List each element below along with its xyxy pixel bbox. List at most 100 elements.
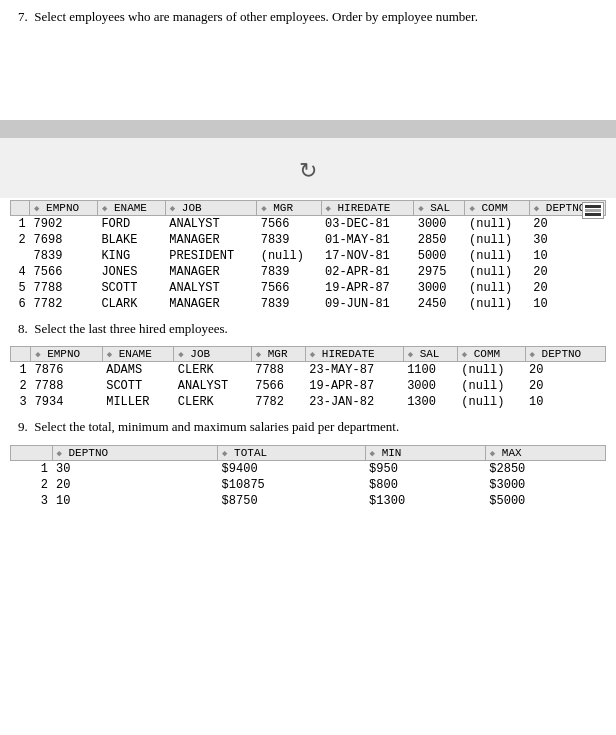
table-cell: 7839: [257, 296, 321, 312]
table-cell: 30: [52, 460, 218, 477]
q9-text: Select the total, minimum and maximum sa…: [34, 419, 399, 434]
table-cell: 17-NOV-81: [321, 248, 414, 264]
table-cell: MANAGER: [165, 296, 256, 312]
scroll-line-1: [585, 205, 601, 208]
table9-col-max[interactable]: ◆ MAX: [485, 445, 605, 460]
table-cell: 7788: [31, 378, 103, 394]
row-number: 1: [11, 460, 53, 477]
table7-col-mgr[interactable]: ◆ MGR: [257, 201, 321, 216]
refresh-icon-7[interactable]: ↻: [299, 158, 317, 184]
table8-col-deptno[interactable]: ◆ DEPTNO: [525, 347, 605, 362]
table-row: 47566JONESMANAGER783902-APR-812975(null)…: [11, 264, 606, 280]
table-cell: (null): [465, 248, 529, 264]
table-cell: 7566: [251, 378, 305, 394]
table-cell: 3000: [414, 216, 465, 233]
table-cell: $1300: [365, 493, 485, 509]
table-cell: 1100: [403, 362, 457, 379]
table8-col-hiredate[interactable]: ◆ HIREDATE: [305, 347, 403, 362]
page: 7. Select employees who are managers of …: [0, 0, 616, 509]
table-cell: 7566: [257, 216, 321, 233]
table-cell: $8750: [218, 493, 366, 509]
q7-section: 7. Select employees who are managers of …: [0, 0, 616, 116]
table-cell: 2975: [414, 264, 465, 280]
table-cell: 7788: [251, 362, 305, 379]
row-number: 4: [11, 264, 30, 280]
q9-section: 9. Select the total, minimum and maximum…: [0, 414, 616, 442]
table-cell: PRESIDENT: [165, 248, 256, 264]
table7-col-ename[interactable]: ◆ ENAME: [97, 201, 165, 216]
table8-col-empno[interactable]: ◆ EMPNO: [31, 347, 103, 362]
table7-col-empno[interactable]: ◆ EMPNO: [30, 201, 98, 216]
table-row: 27788SCOTTANALYST756619-APR-873000(null)…: [11, 378, 606, 394]
scroll-indicator-7[interactable]: [582, 202, 604, 219]
table-cell: (null): [465, 296, 529, 312]
table-row: 130$9400$950$2850: [11, 460, 606, 477]
table-cell: BLAKE: [97, 232, 165, 248]
table-cell: 03-DEC-81: [321, 216, 414, 233]
q9-header: 9. Select the total, minimum and maximum…: [18, 418, 598, 436]
table-row: 7839KINGPRESIDENT(null)17-NOV-815000(nul…: [11, 248, 606, 264]
table9-col-deptno[interactable]: ◆ DEPTNO: [52, 445, 218, 460]
table-cell: 7902: [30, 216, 98, 233]
table-row: 310$8750$1300$5000: [11, 493, 606, 509]
table-cell: 01-MAY-81: [321, 232, 414, 248]
table-cell: $10875: [218, 477, 366, 493]
row-number: 1: [11, 216, 30, 233]
row-number: 1: [11, 362, 31, 379]
table7-col-sal[interactable]: ◆ SAL: [414, 201, 465, 216]
table-row: 67782CLARKMANAGER783909-JUN-812450(null)…: [11, 296, 606, 312]
table8-col-mgr[interactable]: ◆ MGR: [251, 347, 305, 362]
table-cell: 5000: [414, 248, 465, 264]
table-cell: CLERK: [174, 362, 251, 379]
table-cell: $5000: [485, 493, 605, 509]
table-cell: CLERK: [174, 394, 251, 410]
table-cell: 09-JUN-81: [321, 296, 414, 312]
table-cell: 20: [525, 362, 605, 379]
table-cell: 2450: [414, 296, 465, 312]
table7-col-comm[interactable]: ◆ COMM: [465, 201, 529, 216]
row-number: 3: [11, 394, 31, 410]
table-cell: 7698: [30, 232, 98, 248]
q7-number: 7.: [18, 9, 28, 24]
table-cell: (null): [457, 394, 525, 410]
table8-col-job[interactable]: ◆ JOB: [174, 347, 251, 362]
table-cell: (null): [457, 378, 525, 394]
table-cell: ANALYST: [174, 378, 251, 394]
table9-col-total[interactable]: ◆ TOTAL: [218, 445, 366, 460]
table-cell: (null): [465, 280, 529, 296]
table7-col-hiredate[interactable]: ◆ HIREDATE: [321, 201, 414, 216]
table-cell: FORD: [97, 216, 165, 233]
table-cell: 7934: [31, 394, 103, 410]
table8-col-comm[interactable]: ◆ COMM: [457, 347, 525, 362]
table-cell: 20: [52, 477, 218, 493]
table-cell: 23-MAY-87: [305, 362, 403, 379]
table-cell: CLARK: [97, 296, 165, 312]
table7-col-job[interactable]: ◆ JOB: [165, 201, 256, 216]
table-cell: 1300: [403, 394, 457, 410]
q8-text: Select the last three hired employees.: [34, 321, 227, 336]
table-cell: ADAMS: [102, 362, 174, 379]
table8-rownum-header: [11, 347, 31, 362]
q8-header: 8. Select the last three hired employees…: [18, 320, 598, 338]
table8-col-ename[interactable]: ◆ ENAME: [102, 347, 174, 362]
row-number: 3: [11, 493, 53, 509]
table-cell: MANAGER: [165, 264, 256, 280]
q9-number: 9.: [18, 419, 28, 434]
table-cell: 10: [525, 394, 605, 410]
table8-col-sal[interactable]: ◆ SAL: [403, 347, 457, 362]
table-cell: 19-APR-87: [305, 378, 403, 394]
table-cell: 23-JAN-82: [305, 394, 403, 410]
row-number: 2: [11, 477, 53, 493]
divider-bar-7: [0, 120, 616, 138]
table9-col-min[interactable]: ◆ MIN: [365, 445, 485, 460]
table-cell: ANALYST: [165, 216, 256, 233]
q7-empty-space: [18, 30, 598, 110]
table-cell: MILLER: [102, 394, 174, 410]
table-cell: ANALYST: [165, 280, 256, 296]
table-row: 220$10875$800$3000: [11, 477, 606, 493]
table-cell: 7566: [257, 280, 321, 296]
row-number: 2: [11, 378, 31, 394]
table-cell: 02-APR-81: [321, 264, 414, 280]
table9-rownum-header: [11, 445, 53, 460]
table-cell: $3000: [485, 477, 605, 493]
